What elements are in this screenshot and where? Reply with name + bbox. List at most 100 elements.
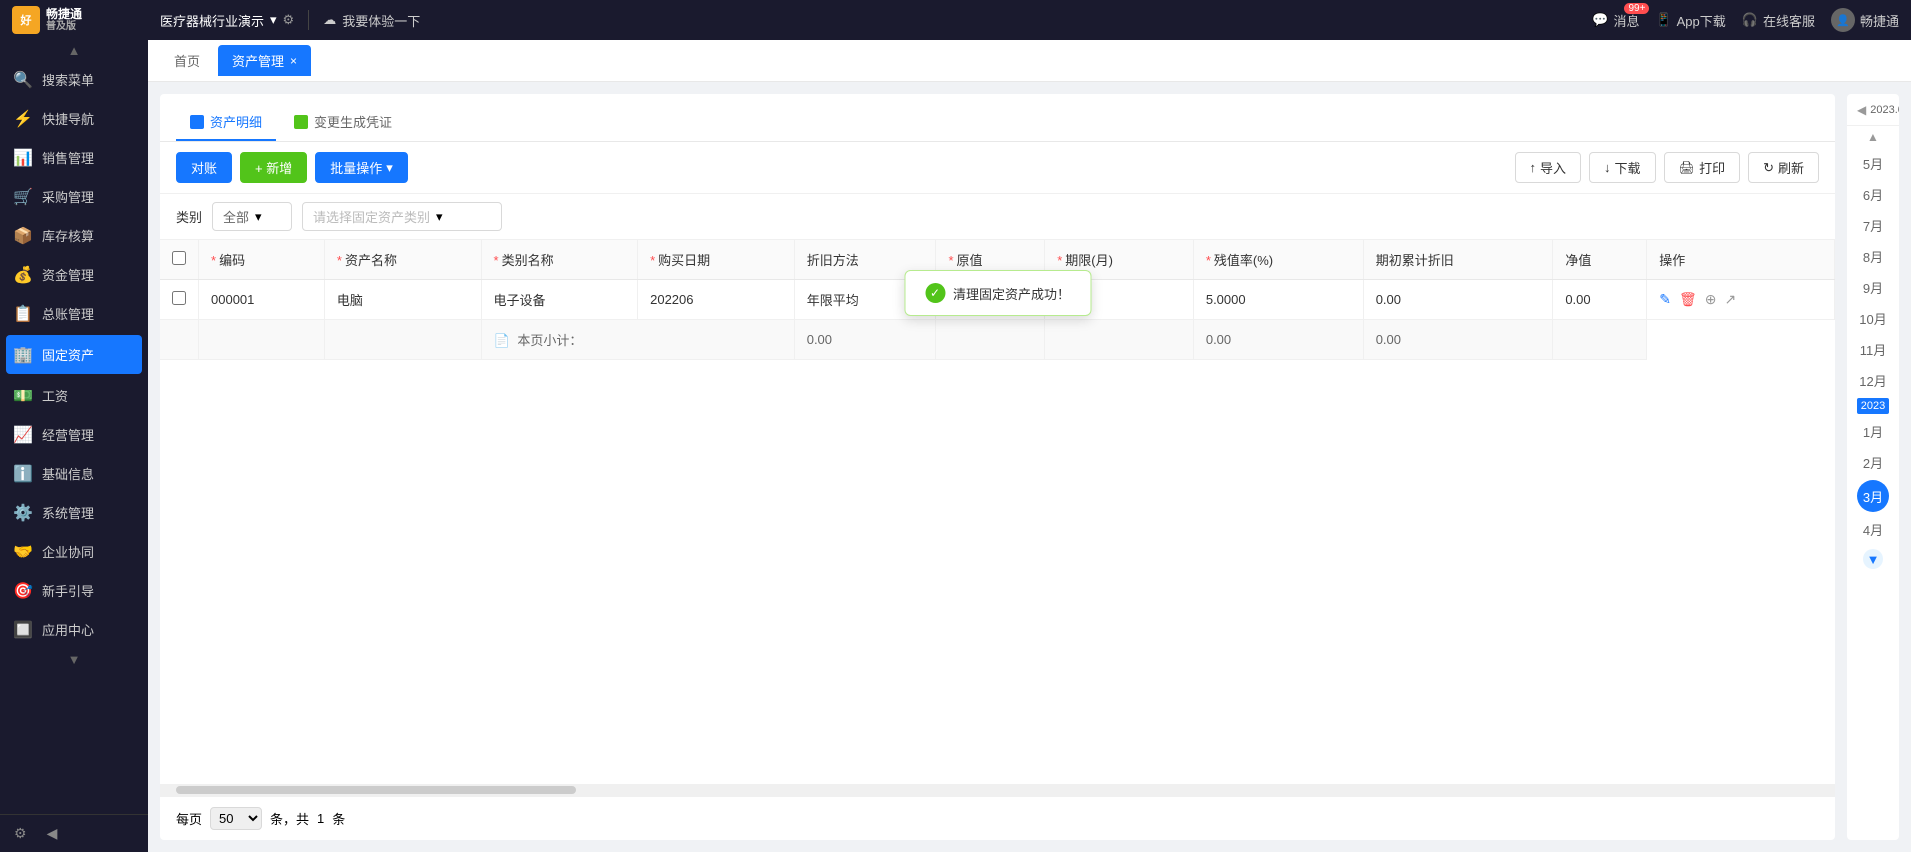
more-icon[interactable]: ↗ [1724,291,1736,308]
sidebar-bottom: ⚙ ◀ [0,814,148,852]
tab-close-icon[interactable]: × [290,54,297,68]
sidebar-item-sales[interactable]: 📊 销售管理 [0,138,148,177]
message-icon: 💬 [1592,12,1608,28]
reconcile-button[interactable]: 对账 [176,152,232,183]
copy-icon[interactable]: ⊕ [1705,291,1717,308]
company-selector[interactable]: 医疗器械行业演示 ▾ [160,11,277,30]
collapse-icon[interactable]: ◀ [47,825,58,842]
col-actions: 操作 [1647,240,1835,280]
sidebar-item-guide[interactable]: 🎯 新手引导 [0,571,148,610]
sidebar-scroll-down[interactable]: ▼ [0,649,148,669]
download-label: 下载 [1615,158,1641,177]
quicknav-icon: ⚡ [14,110,32,128]
col-original-value-label: 原值 [957,253,983,268]
feedback-label: 我要体验一下 [342,11,420,30]
sidebar-label-inventory: 库存核算 [42,226,94,245]
timeline-item-3-active[interactable]: 3月 [1857,480,1889,512]
timeline-item-12[interactable]: 12月 [1847,365,1899,396]
timeline-item-8[interactable]: 8月 [1847,241,1899,272]
col-name-label: 资产名称 [345,253,397,268]
category-type-select[interactable]: 全部 ▾ [212,202,292,231]
timeline-item-9[interactable]: 9月 [1847,272,1899,303]
app-download-btn[interactable]: 📱 App下载 [1655,11,1725,30]
timeline-header: 2023.03 [1870,104,1899,116]
download-button[interactable]: ↓ 下载 [1589,152,1656,183]
sidebar-item-purchase[interactable]: 🛒 采购管理 [0,177,148,216]
per-page-select[interactable]: 50 100 200 [210,807,262,830]
settings-gear-icon[interactable]: ⚙ [14,825,27,842]
table-container: *编码 *资产名称 *类别名称 *购买日期 [160,240,1835,784]
sidebar-item-payroll[interactable]: 💵 工资 [0,376,148,415]
tab-asset-mgmt[interactable]: 资产管理 × [218,45,311,76]
timeline-item-11[interactable]: 11月 [1847,334,1899,365]
col-purchase-date-label: 购买日期 [658,253,710,268]
timeline-scroll-down-btn[interactable]: ▼ [1859,545,1887,573]
refresh-button[interactable]: ↻ 刷新 [1748,152,1819,183]
sidebar-item-ledger[interactable]: 📋 总账管理 [0,294,148,333]
edit-icon[interactable]: ✎ [1659,291,1671,308]
guide-icon: 🎯 [14,582,32,600]
timeline-item-10[interactable]: 10月 [1847,303,1899,334]
basic-info-icon: ℹ️ [14,465,32,483]
timeline-item-2[interactable]: 2月 [1847,447,1899,478]
select-all-checkbox[interactable] [172,251,186,265]
content-area: 首页 资产管理 × 资产明细 变更生成凭证 [148,40,1911,852]
online-service-btn[interactable]: 🎧 在线客服 [1742,11,1815,30]
sidebar-item-capital[interactable]: 💰 资金管理 [0,255,148,294]
print-label: 打印 [1699,158,1725,177]
sidebar-item-app-center[interactable]: 🔲 应用中心 [0,610,148,649]
messages-btn[interactable]: 💬 消息 99+ [1592,11,1639,30]
sidebar-item-search[interactable]: 🔍 搜索菜单 [0,60,148,99]
inventory-icon: 📦 [14,227,32,245]
new-button[interactable]: + 新增 [240,152,307,183]
timeline-item-1[interactable]: 1月 [1847,416,1899,447]
search-icon: 🔍 [14,71,32,89]
operations-icon: 📈 [14,426,32,444]
toolbar-right: ↑ 导入 ↓ 下载 🖨 打印 ↻ 刷新 [1515,152,1819,183]
col-checkbox [160,240,199,280]
sidebar-item-operations[interactable]: 📈 经营管理 [0,415,148,454]
timeline-down-circle[interactable]: ▼ [1863,549,1883,569]
subtab-asset-detail[interactable]: 资产明细 [176,104,276,141]
batch-ops-button[interactable]: 批量操作 ▾ [315,152,408,183]
row-checkbox[interactable] [172,291,186,305]
user-profile-btn[interactable]: 👤 畅捷通 [1831,8,1899,32]
asset-detail-icon [190,115,204,129]
timeline-collapse-icon[interactable]: ◀ [1853,99,1870,121]
col-net-value-label: 净值 [1565,253,1591,268]
tab-home-label: 首页 [174,54,200,69]
sidebar-item-quicknav[interactable]: ⚡ 快捷导航 [0,99,148,138]
timeline-item-6[interactable]: 6月 [1847,179,1899,210]
timeline-item-7[interactable]: 7月 [1847,210,1899,241]
sidebar-item-system[interactable]: ⚙️ 系统管理 [0,493,148,532]
sidebar-label-fixed-assets: 固定资产 [42,345,94,364]
print-button[interactable]: 🖨 打印 [1664,152,1741,183]
subtotal-initial-accum-value: 0.00 [1206,332,1231,347]
tabs-bar: 首页 资产管理 × [148,40,1911,82]
feedback-btn[interactable]: ☁ 我要体验一下 [323,11,420,30]
subtab-change-voucher[interactable]: 变更生成凭证 [280,104,406,141]
timeline-scroll-up-btn[interactable]: ▲ [1863,126,1883,148]
col-actions-label: 操作 [1659,253,1685,268]
sidebar: ▲ 🔍 搜索菜单 ⚡ 快捷导航 📊 销售管理 🛒 采购管理 📦 库存核算 💰 资… [0,40,148,852]
sidebar-item-basic-info[interactable]: ℹ️ 基础信息 [0,454,148,493]
subtotal-label: 本页小计： [517,333,582,348]
timeline-item-4[interactable]: 4月 [1847,514,1899,545]
sidebar-item-inventory[interactable]: 📦 库存核算 [0,216,148,255]
timeline-item-5[interactable]: 5月 [1847,148,1899,179]
logo-icon: 好 [12,6,40,34]
category-select[interactable]: 请选择固定资产类别 ▾ [302,202,502,231]
sidebar-scroll-up[interactable]: ▲ [0,40,148,60]
sidebar-item-enterprise[interactable]: 🤝 企业协同 [0,532,148,571]
subtotal-original: 0.00 [794,320,936,360]
import-button[interactable]: ↑ 导入 [1515,152,1582,183]
sidebar-item-fixed-assets[interactable]: 🏢 固定资产 [6,335,142,374]
bottom-scrollbar[interactable] [160,784,1835,796]
company-name: 医疗器械行业演示 [160,11,264,30]
delete-icon[interactable]: 🗑 [1679,291,1697,308]
sidebar-label-purchase: 采购管理 [42,187,94,206]
col-depr-method-label: 折旧方法 [807,253,859,268]
tab-home[interactable]: 首页 [164,45,210,76]
total-prefix: 条，共 [270,809,309,828]
settings-icon[interactable]: ⚙ [283,12,295,28]
